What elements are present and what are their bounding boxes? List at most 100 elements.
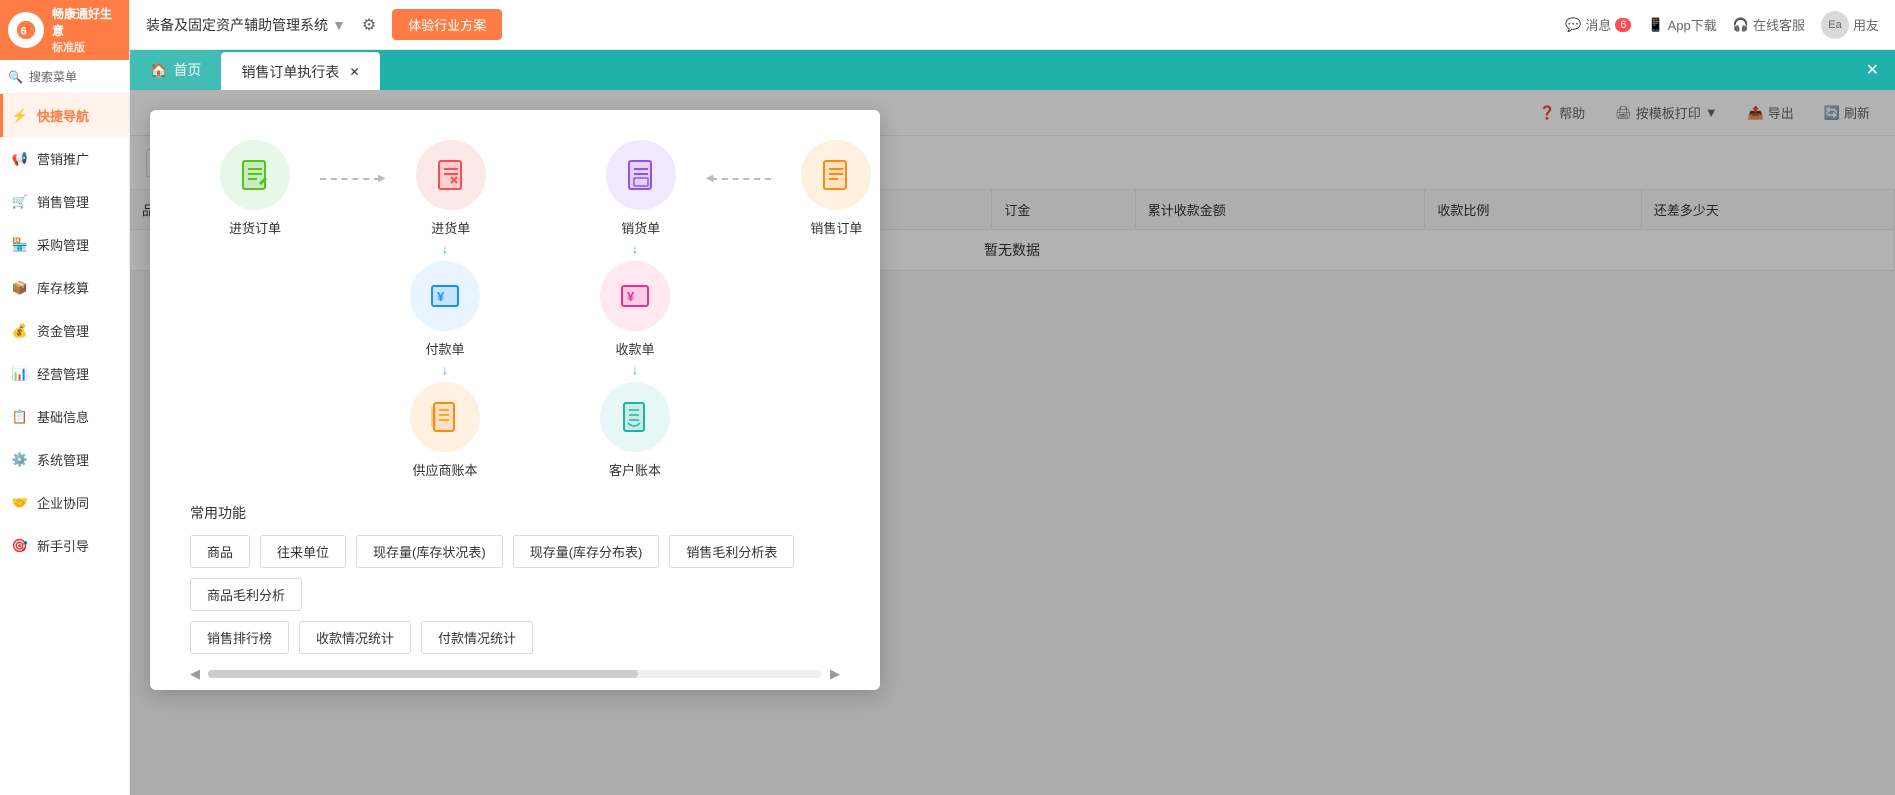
user-menu[interactable]: Ea 用友	[1821, 11, 1879, 39]
customer-ledger-label: 客户账本	[609, 460, 661, 479]
purchase-icon: 🏪	[11, 236, 29, 254]
scroll-left-arrow[interactable]: ◀	[190, 666, 200, 682]
flow-item-sales-order: 销售订单	[771, 140, 880, 237]
modal-scrollbar-thumb[interactable]	[208, 670, 638, 678]
func-btn-stock-dist[interactable]: 现存量(库存分布表)	[513, 535, 660, 568]
flow-modal-overlay[interactable]: 进货订单 ▶	[130, 90, 1895, 795]
logo-text: 畅康通好生意	[52, 5, 121, 39]
sidebar-item-label-5: 资金管理	[37, 321, 89, 340]
logo-icon: 6	[8, 12, 44, 48]
sidebar-item-label-9: 企业协同	[37, 493, 89, 512]
func-btn-receipt-stats[interactable]: 收款情况统计	[299, 621, 411, 654]
chevron-down-icon: ▼	[332, 17, 346, 33]
flow-row-1: 进货订单 ▶	[190, 140, 880, 237]
app-download-btn[interactable]: 📱 App下载	[1647, 15, 1716, 34]
sidebar-item-label-0: 快捷导航	[37, 106, 89, 125]
func-btn-sales-rank[interactable]: 销售排行榜	[190, 621, 289, 654]
common-functions: 常用功能 商品 往来单位 现存量(库存状况表) 现存量(库存分布表) 销售毛利分…	[190, 503, 840, 654]
user-avatar: Ea	[1821, 11, 1849, 39]
purchase-order-icon	[220, 140, 290, 210]
tab-close-icon[interactable]: ✕	[349, 65, 359, 79]
home-icon: 🏠	[150, 62, 167, 79]
newbie-icon: 🎯	[11, 537, 29, 555]
sidebar-item-label-1: 营销推广	[37, 149, 89, 168]
logo-sub: 标准版	[52, 39, 121, 55]
message-icon: 💬	[1565, 17, 1581, 33]
try-button[interactable]: 体验行业方案	[392, 9, 502, 40]
arrow-down-sales: ↓	[632, 237, 638, 261]
sidebar-item-purchase[interactable]: 🏪 采购管理	[0, 223, 129, 266]
sidebar-item-quicknav[interactable]: ⚡ 快捷导航	[0, 94, 129, 137]
sidebar-item-marketing[interactable]: 📢 营销推广	[0, 137, 129, 180]
tab-bar: 🏠 首页 销售订单执行表 ✕ ✕	[130, 50, 1895, 90]
modal-scrollbar-track	[208, 670, 822, 678]
sidebar-item-finance[interactable]: 💰 资金管理	[0, 309, 129, 352]
sidebar-item-system[interactable]: ⚙️ 系统管理	[0, 438, 129, 481]
sidebar-search[interactable]: 🔍 搜索菜单	[0, 60, 129, 94]
header-right: 💬 消息 6 📱 App下载 🎧 在线客服 Ea 用友	[1565, 11, 1879, 39]
supplier-ledger-icon	[410, 382, 480, 452]
func-btn-partner[interactable]: 往来单位	[260, 535, 346, 568]
inventory-icon: 📦	[11, 279, 29, 297]
basic-info-icon: 📋	[11, 408, 29, 426]
payment-icon: ¥	[410, 261, 480, 331]
top-header: 装备及固定资产辅助管理系统 ▼ ⚙ 体验行业方案 💬 消息 6 📱 App下载 …	[130, 0, 1895, 50]
func-btn-sales-gross[interactable]: 销售毛利分析表	[669, 535, 794, 568]
common-functions-title: 常用功能	[190, 503, 840, 523]
marketing-icon: 📢	[11, 150, 29, 168]
system-selector[interactable]: 装备及固定资产辅助管理系统 ▼	[146, 15, 346, 35]
tab-home[interactable]: 🏠 首页	[130, 50, 221, 90]
tab-sales-order[interactable]: 销售订单执行表 ✕	[221, 52, 379, 92]
tab-bar-close[interactable]: ✕	[1866, 60, 1879, 80]
sidebar-item-label-2: 销售管理	[37, 192, 89, 211]
sales-order-icon	[801, 140, 871, 210]
supplier-ledger-label: 供应商账本	[412, 460, 477, 479]
search-label: 搜索菜单	[29, 68, 77, 85]
arrow-down-receipt: ↓	[632, 358, 638, 382]
func-btn-payment-stats[interactable]: 付款情况统计	[421, 621, 533, 654]
arrow-down-payment: ↓	[442, 358, 448, 382]
message-badge: 6	[1615, 18, 1631, 32]
sidebar-item-label-10: 新手引导	[37, 536, 89, 555]
receipt-icon: ¥	[600, 261, 670, 331]
svg-text:¥: ¥	[627, 289, 635, 304]
func-btn-stock-status[interactable]: 现存量(库存状况表)	[356, 535, 503, 568]
func-buttons-row2: 销售排行榜 收款情况统计 付款情况统计	[190, 621, 840, 654]
online-service-btn[interactable]: 🎧 在线客服	[1733, 15, 1805, 34]
sidebar-item-management[interactable]: 📊 经营管理	[0, 352, 129, 395]
main-content: 装备及固定资产辅助管理系统 ▼ ⚙ 体验行业方案 💬 消息 6 📱 App下载 …	[130, 0, 1895, 795]
sales-icon	[606, 140, 676, 210]
sidebar-item-label-7: 基础信息	[37, 407, 89, 426]
finance-icon: 💰	[11, 322, 29, 340]
flow-item-supplier-ledger: 供应商账本	[380, 382, 510, 479]
sidebar-item-newbie[interactable]: 🎯 新手引导	[0, 524, 129, 567]
flow-item-sales: 销货单	[576, 140, 706, 237]
sidebar-item-collab[interactable]: 🤝 企业协同	[0, 481, 129, 524]
page-body: ❓ 帮助 🖨 按模板打印 ▼ 📤 导出 🔄 刷新	[130, 90, 1895, 795]
message-btn[interactable]: 💬 消息 6	[1565, 15, 1631, 34]
scroll-right-arrow[interactable]: ▶	[830, 666, 840, 682]
svg-text:¥: ¥	[437, 289, 445, 304]
customer-ledger-icon	[600, 382, 670, 452]
collab-icon: 🤝	[11, 494, 29, 512]
sales-order-label: 销售订单	[810, 218, 862, 237]
sidebar-item-inventory[interactable]: 📦 库存核算	[0, 266, 129, 309]
receipt-label: 收款单	[615, 339, 654, 358]
sidebar-item-sales[interactable]: 🛒 销售管理	[0, 180, 129, 223]
sidebar-item-basic-info[interactable]: 📋 基础信息	[0, 395, 129, 438]
modal-scrollbar-container: ◀ ▶	[190, 666, 840, 682]
purchase-label: 进货单	[431, 218, 470, 237]
quicknav-icon: ⚡	[11, 107, 29, 125]
func-buttons-row1: 商品 往来单位 现存量(库存状况表) 现存量(库存分布表) 销售毛利分析表 商品…	[190, 535, 840, 611]
func-btn-goods-gross[interactable]: 商品毛利分析	[190, 578, 302, 611]
svg-text:6: 6	[21, 26, 27, 38]
flow-item-payment: ¥ 付款单	[380, 261, 510, 358]
sidebar-logo: 6 畅康通好生意 标准版	[0, 0, 129, 60]
sales-icon: 🛒	[11, 193, 29, 211]
settings-button[interactable]: ⚙	[358, 11, 380, 39]
func-btn-goods[interactable]: 商品	[190, 535, 250, 568]
system-icon: ⚙️	[11, 451, 29, 469]
search-icon: 🔍	[8, 70, 23, 84]
flow-item-purchase: 进货单	[386, 140, 516, 237]
flow-item-receipt: ¥ 收款单	[570, 261, 700, 358]
